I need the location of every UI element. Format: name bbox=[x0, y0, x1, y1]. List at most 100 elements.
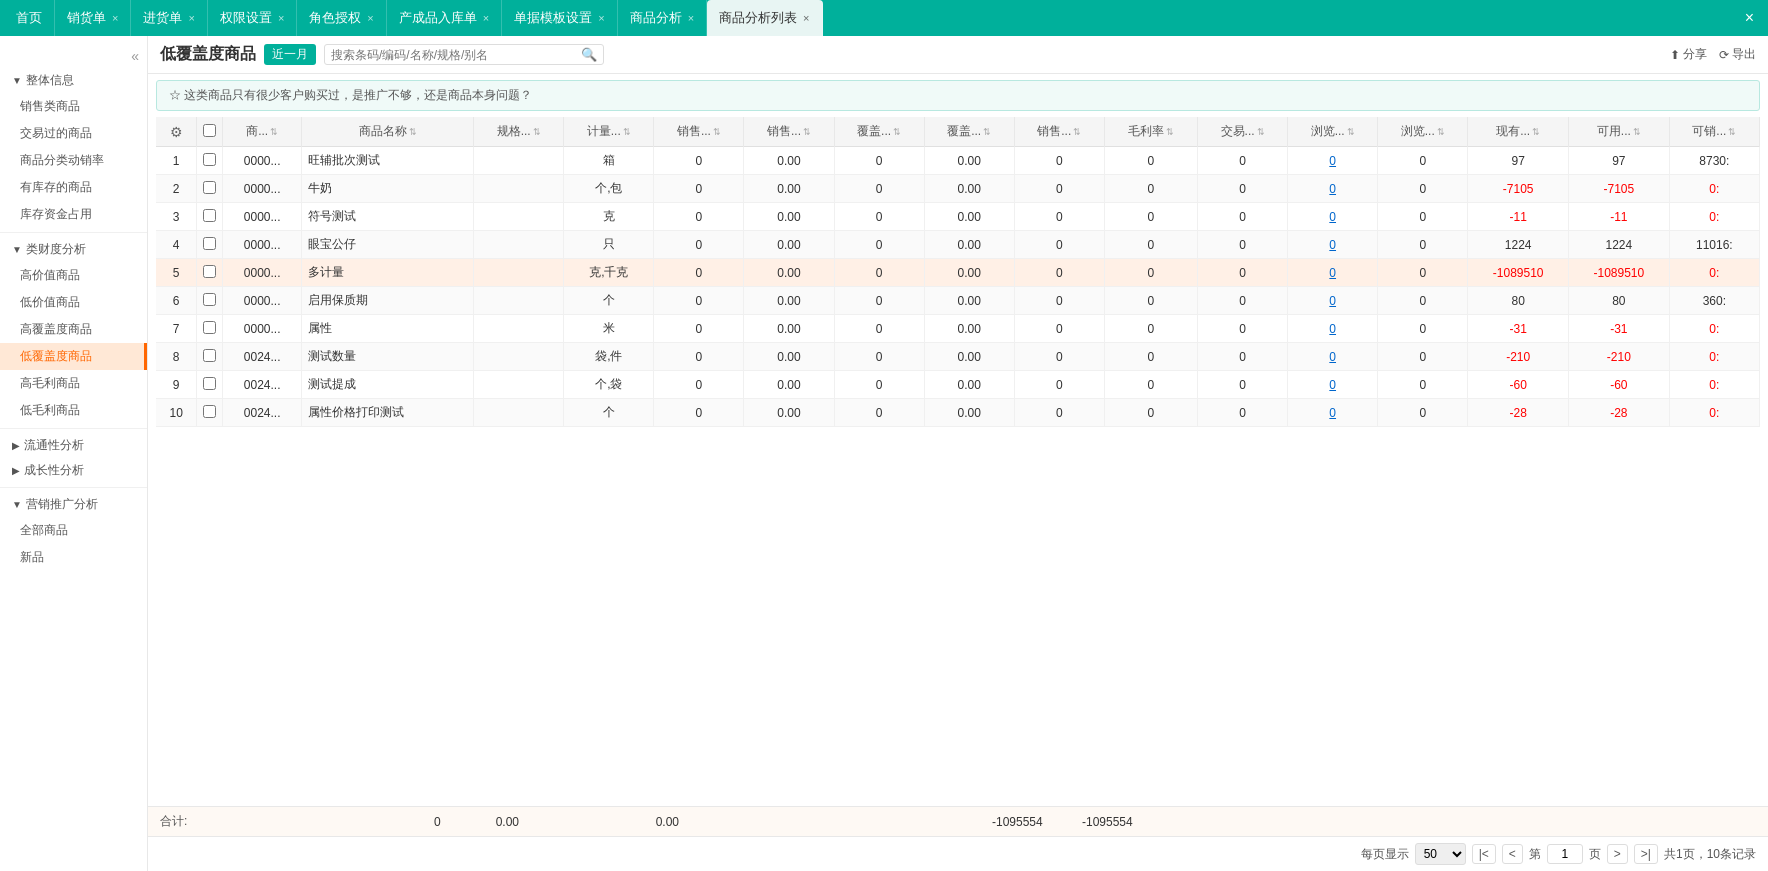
tab-permissions[interactable]: 权限设置 × bbox=[208, 0, 297, 36]
row-checkbox[interactable] bbox=[203, 321, 216, 334]
gear-button[interactable]: ⚙ bbox=[170, 124, 183, 140]
col-unit[interactable]: 计量...⇅ bbox=[564, 117, 654, 147]
search-icon[interactable]: 🔍 bbox=[581, 47, 597, 62]
sidebar-group-overall[interactable]: ▼ 整体信息 bbox=[0, 68, 147, 93]
sidebar-item-all-goods[interactable]: 全部商品 bbox=[0, 517, 147, 544]
row-checkbox[interactable] bbox=[203, 349, 216, 362]
cell-checkbox[interactable] bbox=[197, 175, 223, 203]
row-checkbox[interactable] bbox=[203, 209, 216, 222]
sidebar-group-marketing[interactable]: ▼ 营销推广分析 bbox=[0, 492, 147, 517]
cell-checkbox[interactable] bbox=[197, 315, 223, 343]
tab-product-entry-close[interactable]: × bbox=[483, 12, 489, 24]
col-avail[interactable]: 可用...⇅ bbox=[1569, 117, 1670, 147]
row-checkbox[interactable] bbox=[203, 405, 216, 418]
export-button[interactable]: ⟳ 导出 bbox=[1719, 46, 1756, 63]
tab-permissions-close[interactable]: × bbox=[278, 12, 284, 24]
cell-checkbox[interactable] bbox=[197, 203, 223, 231]
table-wrapper[interactable]: ⚙ 商...⇅ 商品名称⇅ 规格...⇅ 计量...⇅ 销售...⇅ 销售...… bbox=[148, 117, 1768, 806]
tab-analysis[interactable]: 商品分析 × bbox=[618, 0, 707, 36]
sidebar-item-low-profit[interactable]: 低毛利商品 bbox=[0, 397, 147, 424]
tab-home[interactable]: 首页 bbox=[4, 0, 55, 36]
cell-browse-a[interactable]: 0 bbox=[1288, 287, 1378, 315]
sidebar-item-low-value[interactable]: 低价值商品 bbox=[0, 289, 147, 316]
sidebar-item-stock-goods[interactable]: 有库存的商品 bbox=[0, 174, 147, 201]
sidebar-item-high-value[interactable]: 高价值商品 bbox=[0, 262, 147, 289]
tab-template[interactable]: 单据模板设置 × bbox=[502, 0, 617, 36]
col-sales-c[interactable]: 销售...⇅ bbox=[1014, 117, 1104, 147]
col-cov-b[interactable]: 覆盖...⇅ bbox=[924, 117, 1014, 147]
tab-sales-close[interactable]: × bbox=[112, 12, 118, 24]
sidebar-group-growth[interactable]: ▶ 成长性分析 bbox=[0, 458, 147, 483]
cell-browse-a[interactable]: 0 bbox=[1288, 371, 1378, 399]
tab-product-entry[interactable]: 产成品入库单 × bbox=[387, 0, 502, 36]
first-page-button[interactable]: |< bbox=[1472, 844, 1496, 864]
col-code[interactable]: 商...⇅ bbox=[223, 117, 302, 147]
search-input[interactable] bbox=[331, 48, 581, 62]
cell-checkbox[interactable] bbox=[197, 231, 223, 259]
tab-roles[interactable]: 角色授权 × bbox=[297, 0, 386, 36]
cell-browse-a[interactable]: 0 bbox=[1288, 399, 1378, 427]
row-checkbox[interactable] bbox=[203, 377, 216, 390]
cell-browse-a[interactable]: 0 bbox=[1288, 315, 1378, 343]
cell-browse-a[interactable]: 0 bbox=[1288, 147, 1378, 175]
col-cov-a[interactable]: 覆盖...⇅ bbox=[834, 117, 924, 147]
sidebar-item-new-goods[interactable]: 新品 bbox=[0, 544, 147, 571]
tab-analysis-list-close[interactable]: × bbox=[803, 12, 809, 24]
col-spec[interactable]: 规格...⇅ bbox=[474, 117, 564, 147]
cell-checkbox[interactable] bbox=[197, 259, 223, 287]
sidebar-collapse-button[interactable]: « bbox=[0, 44, 147, 68]
tab-sales[interactable]: 销货单 × bbox=[55, 0, 131, 36]
row-checkbox[interactable] bbox=[203, 181, 216, 194]
cell-browse-a[interactable]: 0 bbox=[1288, 231, 1378, 259]
col-saleable[interactable]: 可销...⇅ bbox=[1669, 117, 1759, 147]
per-page-select[interactable]: 50 100 200 bbox=[1415, 843, 1466, 865]
sidebar-item-movement-rate[interactable]: 商品分类动销率 bbox=[0, 147, 147, 174]
cell-checkbox[interactable] bbox=[197, 371, 223, 399]
col-gross[interactable]: 毛利率⇅ bbox=[1104, 117, 1197, 147]
share-button[interactable]: ⬆ 分享 bbox=[1670, 46, 1707, 63]
col-stock-a[interactable]: 现有...⇅ bbox=[1468, 117, 1569, 147]
tab-analysis-close[interactable]: × bbox=[688, 12, 694, 24]
cell-browse-a[interactable]: 0 bbox=[1288, 259, 1378, 287]
sidebar-group-flow-label: 流通性分析 bbox=[24, 437, 84, 454]
sidebar-item-stock-capital[interactable]: 库存资金占用 bbox=[0, 201, 147, 228]
col-gear[interactable]: ⚙ bbox=[156, 117, 197, 147]
cell-browse-a[interactable]: 0 bbox=[1288, 343, 1378, 371]
sidebar-group-flow[interactable]: ▶ 流通性分析 bbox=[0, 433, 147, 458]
window-close-button[interactable]: × bbox=[1735, 9, 1764, 27]
cell-checkbox[interactable] bbox=[197, 343, 223, 371]
row-checkbox[interactable] bbox=[203, 153, 216, 166]
tab-purchase-close[interactable]: × bbox=[188, 12, 194, 24]
row-checkbox[interactable] bbox=[203, 265, 216, 278]
sidebar-group-structure[interactable]: ▼ 类财度分析 bbox=[0, 237, 147, 262]
next-page-button[interactable]: > bbox=[1607, 844, 1628, 864]
cell-checkbox[interactable] bbox=[197, 287, 223, 315]
col-sales-qty[interactable]: 销售...⇅ bbox=[654, 117, 744, 147]
cell-checkbox[interactable] bbox=[197, 147, 223, 175]
col-sales-amt[interactable]: 销售...⇅ bbox=[744, 117, 834, 147]
filter-recent-month-button[interactable]: 近一月 bbox=[264, 44, 316, 65]
row-checkbox[interactable] bbox=[203, 237, 216, 250]
sidebar-item-low-coverage[interactable]: 低覆盖度商品 bbox=[0, 343, 147, 370]
tab-analysis-list[interactable]: 商品分析列表 × bbox=[707, 0, 822, 36]
cell-browse-a[interactable]: 0 bbox=[1288, 175, 1378, 203]
col-trade[interactable]: 交易...⇅ bbox=[1198, 117, 1288, 147]
tab-template-close[interactable]: × bbox=[598, 12, 604, 24]
tab-purchase[interactable]: 进货单 × bbox=[131, 0, 207, 36]
sidebar-item-high-profit[interactable]: 高毛利商品 bbox=[0, 370, 147, 397]
cell-browse-a[interactable]: 0 bbox=[1288, 203, 1378, 231]
prev-page-button[interactable]: < bbox=[1502, 844, 1523, 864]
col-name[interactable]: 商品名称⇅ bbox=[301, 117, 473, 147]
sidebar-item-traded-goods[interactable]: 交易过的商品 bbox=[0, 120, 147, 147]
row-checkbox[interactable] bbox=[203, 293, 216, 306]
cell-checkbox[interactable] bbox=[197, 399, 223, 427]
sidebar-item-high-coverage[interactable]: 高覆盖度商品 bbox=[0, 316, 147, 343]
sidebar-item-sales-goods[interactable]: 销售类商品 bbox=[0, 93, 147, 120]
col-browse-b[interactable]: 浏览...⇅ bbox=[1378, 117, 1468, 147]
page-number-input[interactable] bbox=[1547, 844, 1583, 864]
cell-avail: -210 bbox=[1569, 343, 1670, 371]
select-all-checkbox[interactable] bbox=[203, 124, 216, 137]
col-browse-a[interactable]: 浏览...⇅ bbox=[1288, 117, 1378, 147]
last-page-button[interactable]: >| bbox=[1634, 844, 1658, 864]
tab-roles-close[interactable]: × bbox=[367, 12, 373, 24]
